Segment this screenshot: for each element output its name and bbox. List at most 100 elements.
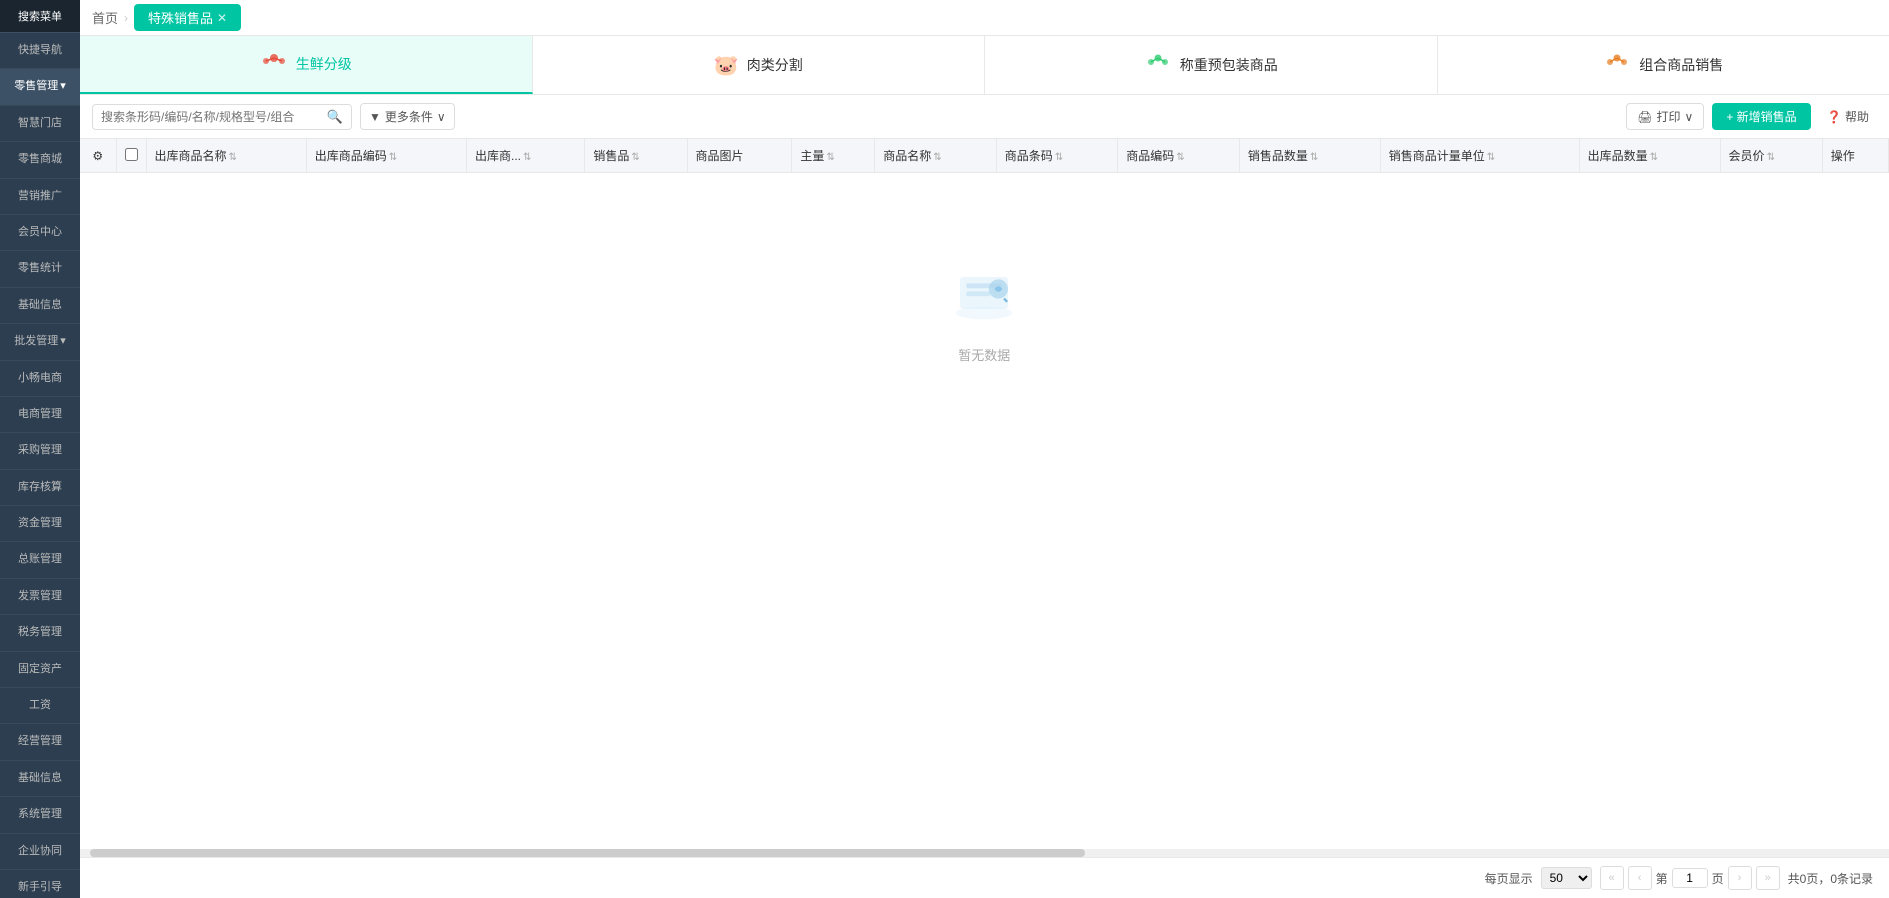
sort-icon[interactable]: ⇅ <box>1487 152 1495 163</box>
new-sale-label: + 新增销售品 <box>1726 108 1796 125</box>
sort-icon[interactable]: ⇅ <box>826 152 834 163</box>
th-member-price: 会员价⇅ <box>1720 139 1822 173</box>
horizontal-scroll-thumb[interactable] <box>90 849 1085 857</box>
sidebar-item-finance[interactable]: 资金管理 <box>0 506 80 542</box>
sidebar-item-retail-stats[interactable]: 零售统计 <box>0 251 80 287</box>
help-button[interactable]: ❓ 帮助 <box>1819 104 1877 129</box>
sidebar-item-quick-nav[interactable]: 快捷导航 <box>0 33 80 69</box>
search-input[interactable] <box>101 110 327 124</box>
sort-icon[interactable]: ⇅ <box>631 152 639 163</box>
th-sale-item: 销售品⇅ <box>585 139 687 173</box>
sidebar-item-inventory[interactable]: 库存核算 <box>0 470 80 506</box>
sort-icon[interactable]: ⇅ <box>389 152 397 163</box>
print-button[interactable]: 🖨 打印 ∨ <box>1626 103 1704 130</box>
tab-weigh-label: 称重预包装商品 <box>1180 55 1278 75</box>
filter-label: 更多条件 <box>385 108 433 125</box>
sort-icon[interactable]: ⇅ <box>229 152 237 163</box>
sidebar-item-enterprise[interactable]: 企业协同 <box>0 834 80 870</box>
th-item-code: 商品编码⇅ <box>1118 139 1240 173</box>
sidebar-item-system[interactable]: 系统管理 <box>0 797 80 833</box>
horizontal-scrollbar[interactable] <box>80 849 1889 857</box>
sort-icon[interactable]: ⇅ <box>1650 152 1658 163</box>
sidebar-item-retail[interactable]: 零售管理 ▾ <box>0 69 80 105</box>
select-all-checkbox[interactable] <box>125 148 138 161</box>
sidebar-item-fixed-assets[interactable]: 固定资产 <box>0 652 80 688</box>
empty-row: 暂无数据 <box>80 173 1889 445</box>
sidebar-item-ecommerce-mgmt[interactable]: 电商管理 <box>0 397 80 433</box>
active-tab[interactable]: 特殊销售品 ✕ <box>134 4 241 31</box>
sidebar-item-smart-store[interactable]: 智慧门店 <box>0 106 80 142</box>
tab-fresh[interactable]: 生鲜分级 <box>80 36 533 94</box>
page-content: 生鲜分级 🐷 肉类分割 称重预包装商品 组合商品销售 <box>80 36 1889 898</box>
th-outlet-qty: 出库品数量⇅ <box>1579 139 1720 173</box>
th-weight: 主量⇅ <box>792 139 875 173</box>
next-page-button[interactable]: › <box>1728 866 1752 890</box>
sidebar-item-marketing[interactable]: 营销推广 <box>0 179 80 215</box>
table-header-row: ⚙ 出库商品名称⇅ 出库商品编码⇅ 出库商...⇅ 销售品⇅ 商品图片 主量⇅ … <box>80 139 1889 173</box>
sidebar-item-payroll[interactable]: 工资 <box>0 688 80 724</box>
sidebar-item-ecommerce-small[interactable]: 小畅电商 <box>0 361 80 397</box>
new-sale-button[interactable]: + 新增销售品 <box>1712 103 1810 130</box>
data-table-wrapper: ⚙ 出库商品名称⇅ 出库商品编码⇅ 出库商...⇅ 销售品⇅ 商品图片 主量⇅ … <box>80 139 1889 849</box>
sort-icon[interactable]: ⇅ <box>933 152 941 163</box>
th-sale-unit: 销售商品计量单位⇅ <box>1380 139 1579 173</box>
per-page-select[interactable]: 50 10 20 100 <box>1541 867 1592 889</box>
th-sale-qty: 销售品数量⇅ <box>1239 139 1380 173</box>
table-body: 暂无数据 <box>80 173 1889 445</box>
sidebar-item-invoice[interactable]: 发票管理 <box>0 579 80 615</box>
th-action: 操作 <box>1822 139 1888 173</box>
print-label: 打印 <box>1657 108 1681 125</box>
sidebar-item-basic-info2[interactable]: 基础信息 <box>0 761 80 797</box>
weigh-icon <box>1144 51 1172 79</box>
sort-icon[interactable]: ⇅ <box>1767 152 1775 163</box>
toolbar: 🔍 ▼ 更多条件 ∨ 🖨 打印 ∨ + 新增销售品 ❓ 帮助 <box>80 95 1889 139</box>
top-header: 首页 › 特殊销售品 ✕ <box>80 0 1889 36</box>
tab-meat[interactable]: 🐷 肉类分割 <box>533 36 986 94</box>
help-label: 帮助 <box>1845 110 1869 124</box>
total-label: 共0页，0条记录 <box>1788 870 1873 887</box>
sidebar-item-tax[interactable]: 税务管理 <box>0 615 80 651</box>
th-image: 商品图片 <box>687 139 792 173</box>
th-checkbox[interactable] <box>116 139 146 173</box>
sort-icon[interactable]: ⇅ <box>523 152 531 163</box>
sidebar-search-menu[interactable]: 搜索菜单 <box>0 0 80 33</box>
search-menu-label: 搜索菜单 <box>18 11 62 23</box>
category-tabs: 生鲜分级 🐷 肉类分割 称重预包装商品 组合商品销售 <box>80 36 1889 95</box>
chevron-down-icon: ▾ <box>60 334 66 349</box>
sidebar-item-purchase[interactable]: 采购管理 <box>0 433 80 469</box>
last-page-button[interactable]: » <box>1756 866 1780 890</box>
th-outlet-spec: 出库商...⇅ <box>467 139 585 173</box>
tab-meat-label: 肉类分割 <box>747 55 803 75</box>
tab-combo[interactable]: 组合商品销售 <box>1438 36 1889 94</box>
breadcrumb-separator: › <box>124 11 128 25</box>
prev-page-button[interactable]: ‹ <box>1628 866 1652 890</box>
page-prefix-label: 第 <box>1656 870 1668 887</box>
help-icon: ❓ <box>1827 110 1842 124</box>
pagination-nav: « ‹ 第 页 › » <box>1600 866 1780 890</box>
sidebar-item-operations[interactable]: 经营管理 <box>0 724 80 760</box>
page-number-input[interactable] <box>1672 868 1708 888</box>
close-icon[interactable]: ✕ <box>217 11 227 25</box>
sort-icon[interactable]: ⇅ <box>1055 152 1063 163</box>
sidebar-item-newbie[interactable]: 新手引导 <box>0 870 80 898</box>
meat-icon: 🐷 <box>714 53 739 78</box>
sidebar-item-ledger[interactable]: 总账管理 <box>0 542 80 578</box>
fresh-icon <box>260 50 288 78</box>
sidebar: 搜索菜单 快捷导航 零售管理 ▾ 智慧门店 零售商城 营销推广 会员中心 零售统… <box>0 0 80 898</box>
tab-weigh[interactable]: 称重预包装商品 <box>985 36 1438 94</box>
pagination: 每页显示 50 10 20 100 « ‹ 第 页 › » 共0页，0条记录 <box>80 857 1889 898</box>
search-icon[interactable]: 🔍 <box>327 109 343 125</box>
home-breadcrumb[interactable]: 首页 <box>92 8 118 27</box>
print-chevron-icon: ∨ <box>1685 110 1694 124</box>
sidebar-item-members[interactable]: 会员中心 <box>0 215 80 251</box>
combo-icon <box>1603 51 1631 79</box>
sidebar-item-basic-info[interactable]: 基础信息 <box>0 288 80 324</box>
th-settings[interactable]: ⚙ <box>80 139 116 173</box>
sidebar-item-retail-mall[interactable]: 零售商城 <box>0 142 80 178</box>
filter-button[interactable]: ▼ 更多条件 ∨ <box>360 103 455 130</box>
first-page-button[interactable]: « <box>1600 866 1624 890</box>
sort-icon[interactable]: ⇅ <box>1310 152 1318 163</box>
sort-icon[interactable]: ⇅ <box>1176 152 1184 163</box>
sidebar-item-wholesale[interactable]: 批发管理 ▾ <box>0 324 80 360</box>
th-outlet-name: 出库商品名称⇅ <box>146 139 306 173</box>
